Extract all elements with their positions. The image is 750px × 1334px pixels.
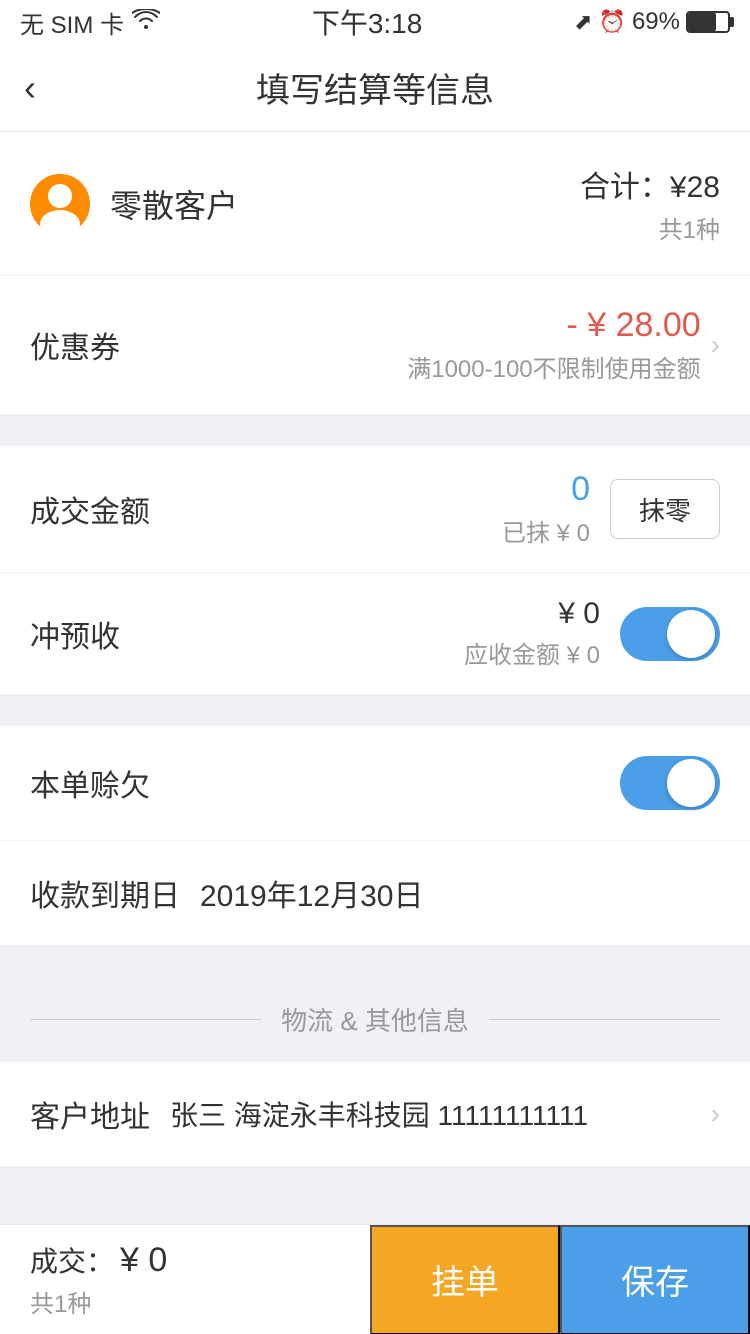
duedate-label: 收款到期日 (30, 871, 180, 915)
wifi-icon (132, 8, 160, 36)
prepaid-row: 冲预收 ¥ 0 应收金额 ¥ 0 (0, 573, 750, 694)
section-gap-1 (0, 430, 750, 446)
total-count: 共1种 (580, 210, 720, 245)
coupon-info: - ¥ 28.00 满1000-100不限制使用金额 (407, 306, 700, 384)
bottom-deal-label: 成交： (30, 1240, 114, 1280)
carrier-label: 无 SIM 卡 (20, 5, 124, 40)
transaction-label: 成交金额 (30, 487, 150, 531)
bottom-deal-amount: ¥ 0 (120, 1241, 167, 1280)
bottom-deal-row: 成交： ¥ 0 (30, 1240, 370, 1280)
logistics-line-right (489, 1019, 720, 1020)
round-button[interactable]: 抹零 (610, 479, 720, 539)
status-time: 下午3:18 (312, 2, 423, 42)
status-bar: 无 SIM 卡 下午3:18 ⬈ ⏰ 69% (0, 0, 750, 44)
address-card: 客户地址 张三 海淀永丰科技园 11111111111 › (0, 1062, 750, 1166)
coupon-row[interactable]: 优惠券 - ¥ 28.00 满1000-100不限制使用金额 › (0, 275, 750, 414)
address-label: 客户地址 (30, 1092, 150, 1136)
bottom-count: 共1种 (30, 1284, 370, 1319)
address-value: 张三 海淀永丰科技园 11111111111 (170, 1094, 711, 1134)
logistics-title: 物流 & 其他信息 (261, 1001, 489, 1038)
alarm-icon: ⏰ (599, 9, 626, 35)
debt-toggle-knob (667, 759, 715, 807)
logistics-line-left (30, 1019, 261, 1020)
coupon-desc: 满1000-100不限制使用金额 (407, 349, 700, 384)
hang-button[interactable]: 挂单 (370, 1225, 560, 1334)
nav-title: 填写结算等信息 (256, 63, 494, 112)
battery-percent: 69% (632, 8, 680, 36)
address-chevron-icon: › (711, 1098, 720, 1130)
total-amount: 合计：¥28 (580, 162, 720, 206)
address-row[interactable]: 客户地址 张三 海淀永丰科技园 11111111111 › (0, 1062, 750, 1166)
section-gap-2 (0, 710, 750, 726)
prepaid-amounts: ¥ 0 应收金额 ¥ 0 (464, 597, 600, 670)
customer-avatar (30, 174, 90, 234)
customer-row: 零散客户 合计：¥28 共1种 (0, 132, 750, 275)
prepaid-receivable: 应收金额 ¥ 0 (464, 635, 600, 670)
battery-icon (686, 11, 730, 33)
coupon-amount: - ¥ 28.00 (407, 306, 700, 345)
prepaid-label: 冲预收 (30, 612, 120, 656)
transaction-card: 成交金额 0 已抹 ¥ 0 抹零 冲预收 ¥ 0 应收金额 ¥ 0 (0, 446, 750, 694)
debt-label: 本单赊欠 (30, 761, 150, 805)
location-icon: ⬈ (574, 9, 592, 35)
debt-toggle[interactable] (620, 756, 720, 810)
coupon-right: - ¥ 28.00 满1000-100不限制使用金额 › (407, 306, 720, 384)
debt-card: 本单赊欠 收款到期日 2019年12月30日 (0, 726, 750, 945)
transaction-value-group: 0 已抹 ¥ 0 (502, 470, 590, 548)
content: 零散客户 合计：¥28 共1种 优惠券 - ¥ 28.00 满1000-100不… (0, 132, 750, 1302)
status-right: ⬈ ⏰ 69% (574, 8, 730, 36)
duedate-row: 收款到期日 2019年12月30日 (0, 840, 750, 945)
bottom-info: 成交： ¥ 0 共1种 (0, 1240, 370, 1319)
customer-name: 零散客户 (110, 181, 238, 227)
customer-left: 零散客户 (30, 174, 238, 234)
nav-bar: ‹ 填写结算等信息 (0, 44, 750, 132)
prepaid-right: ¥ 0 应收金额 ¥ 0 (464, 597, 720, 670)
transaction-amount-row: 成交金额 0 已抹 ¥ 0 抹零 (0, 446, 750, 573)
save-button[interactable]: 保存 (560, 1225, 750, 1334)
customer-right: 合计：¥28 共1种 (580, 162, 720, 245)
section-gap-3 (0, 961, 750, 977)
logistics-header: 物流 & 其他信息 (0, 977, 750, 1062)
transaction-right: 0 已抹 ¥ 0 抹零 (502, 470, 720, 548)
transaction-value: 0 (502, 470, 590, 509)
prepaid-amount: ¥ 0 (464, 597, 600, 631)
coupon-label: 优惠券 (30, 323, 120, 367)
debt-row: 本单赊欠 (0, 726, 750, 840)
transaction-sub: 已抹 ¥ 0 (502, 513, 590, 548)
duedate-value: 2019年12月30日 (200, 871, 423, 915)
back-button[interactable]: ‹ (24, 67, 36, 109)
customer-section: 零散客户 合计：¥28 共1种 优惠券 - ¥ 28.00 满1000-100不… (0, 132, 750, 414)
bottom-bar: 成交： ¥ 0 共1种 挂单 保存 (0, 1224, 750, 1334)
prepaid-toggle[interactable] (620, 607, 720, 661)
coupon-chevron-icon: › (711, 329, 720, 361)
toggle-knob (667, 610, 715, 658)
status-left: 无 SIM 卡 (20, 5, 160, 40)
